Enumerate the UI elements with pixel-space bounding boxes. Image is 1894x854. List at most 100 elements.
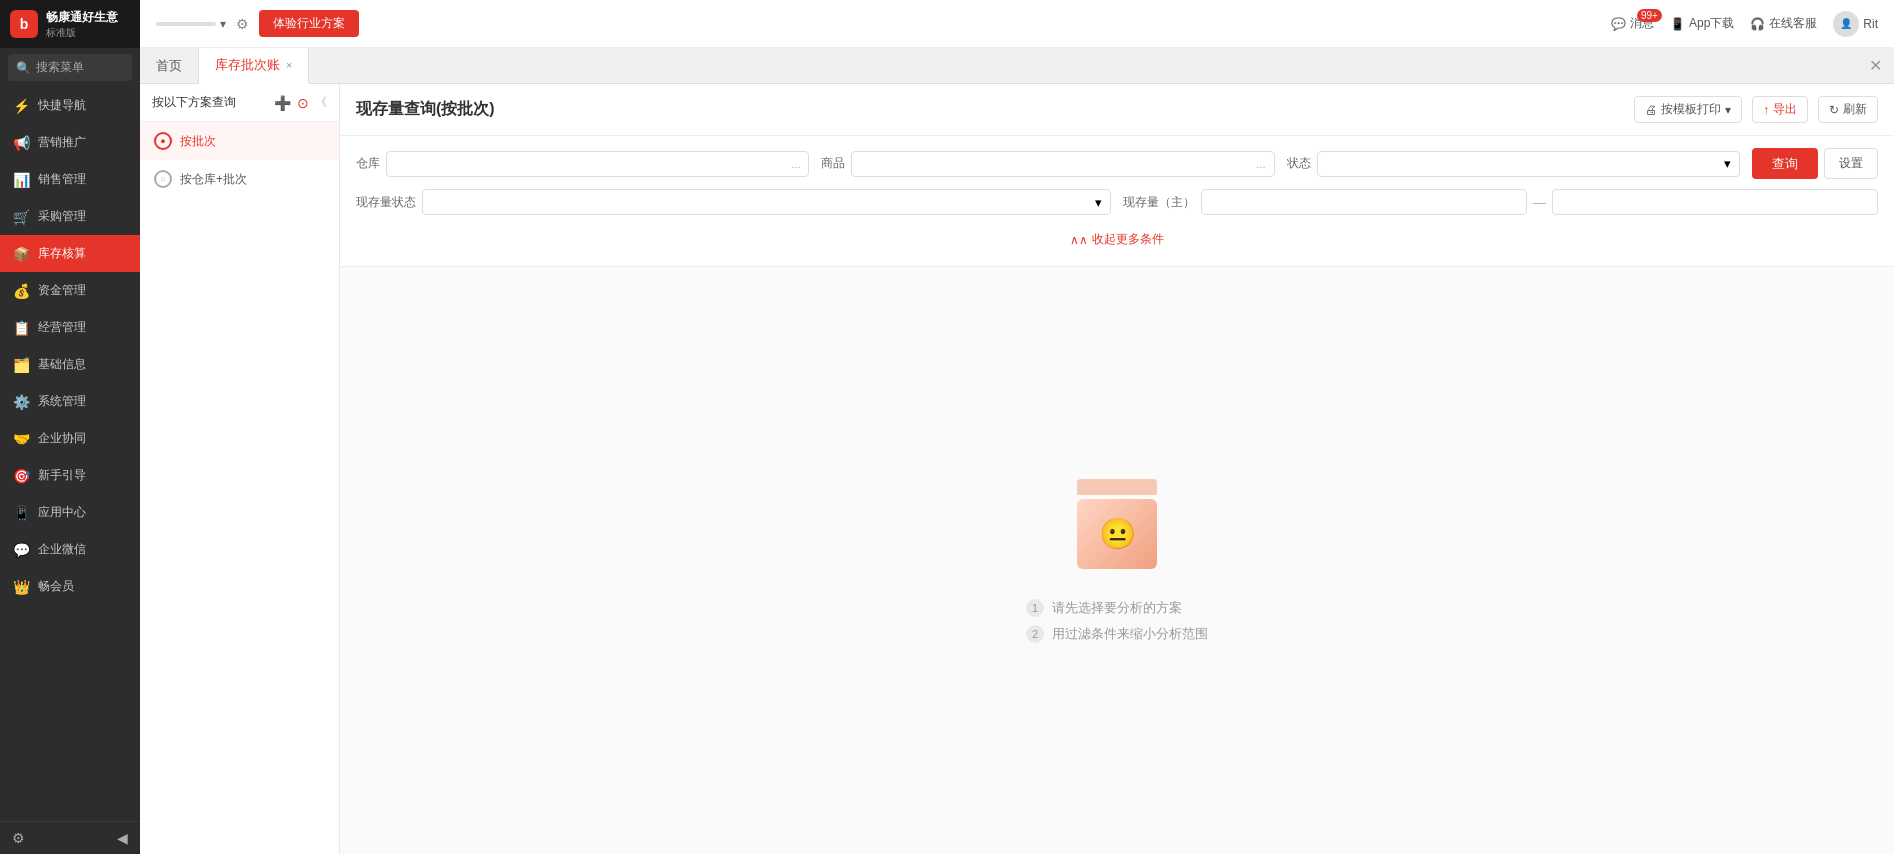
- finance-icon: 💰: [12, 283, 30, 299]
- empty-hint-1: 1 请先选择要分析的方案: [1026, 599, 1208, 617]
- warehouse-more-icon[interactable]: ...: [791, 158, 800, 170]
- template-print-button[interactable]: 🖨 按模板打印 ▾: [1634, 96, 1742, 123]
- query-button[interactable]: 查询: [1752, 148, 1818, 179]
- sidebar-nav: ⚡ 快捷导航 📢 营销推广 📊 销售管理 🛒 采购管理 📦 库存核算 💰 资金管…: [0, 87, 140, 821]
- collapse-label: 收起更多条件: [1092, 231, 1164, 248]
- user-menu[interactable]: 👤 Rit: [1833, 11, 1878, 37]
- refresh-icon: ↻: [1829, 103, 1839, 117]
- sidebar-item-member[interactable]: 👑 畅会员: [0, 568, 140, 605]
- box-lid: [1077, 479, 1157, 495]
- collapse-sidebar-icon[interactable]: ◀: [117, 830, 128, 846]
- export-icon: ↑: [1763, 103, 1769, 117]
- content-header: 现存量查询(按批次) 🖨 按模板打印 ▾ ↑ 导出 ↻ 刷新: [340, 84, 1894, 136]
- template-dropdown-icon[interactable]: ▾: [1725, 103, 1731, 117]
- app-download-button[interactable]: 📱 App下载: [1670, 15, 1734, 32]
- messages-button[interactable]: 💬 消息 99+: [1611, 15, 1654, 32]
- sidebar-item-operation[interactable]: 📋 经营管理: [0, 309, 140, 346]
- search-menu[interactable]: 🔍 搜索菜单: [8, 54, 132, 81]
- inventory-icon: 📦: [12, 246, 30, 262]
- stock-qty-to-wrap[interactable]: [1552, 189, 1878, 215]
- empty-box-wrap: 😐: [1067, 479, 1167, 579]
- stock-status-select-wrap[interactable]: ▾: [422, 189, 1111, 215]
- sidebar-item-label: 畅会员: [38, 578, 74, 595]
- sidebar-title: 畅康通好生意 标准版: [46, 9, 118, 40]
- sidebar: b 畅康通好生意 标准版 🔍 搜索菜单 ⚡ 快捷导航 📢 营销推广 📊 销售管理…: [0, 0, 140, 854]
- product-input-wrap[interactable]: ...: [851, 151, 1274, 177]
- system-icon: ⚙️: [12, 394, 30, 410]
- sidebar-item-finance[interactable]: 💰 资金管理: [0, 272, 140, 309]
- sidebar-item-label: 采购管理: [38, 208, 86, 225]
- refresh-label: 刷新: [1843, 101, 1867, 118]
- online-service-button[interactable]: 🎧 在线客服: [1750, 15, 1817, 32]
- topbar: ▾ ⚙ 体验行业方案 💬 消息 99+ 📱 App下载 🎧 在线客服 👤: [140, 0, 1894, 48]
- settings-footer-icon[interactable]: ⚙: [12, 830, 25, 846]
- sidebar-item-label: 销售管理: [38, 171, 86, 188]
- stock-qty-from-wrap[interactable]: [1201, 189, 1527, 215]
- tab-home[interactable]: 首页: [140, 48, 199, 84]
- message-icon: 💬: [1611, 17, 1626, 31]
- topbar-right: 💬 消息 99+ 📱 App下载 🎧 在线客服 👤 Rit: [1611, 11, 1878, 37]
- product-label: 商品: [821, 155, 845, 172]
- hint-text-1: 请先选择要分析的方案: [1052, 599, 1182, 617]
- operation-icon: 📋: [12, 320, 30, 336]
- product-input[interactable]: [860, 152, 1256, 176]
- filter-settings-icon[interactable]: ⊙: [297, 95, 309, 111]
- sidebar-item-enterprise[interactable]: 🤝 企业协同: [0, 420, 140, 457]
- filter-collapse-icon[interactable]: 《: [315, 94, 327, 111]
- sidebar-item-inventory[interactable]: 📦 库存核算: [0, 235, 140, 272]
- empty-illustration: 😐: [1067, 479, 1167, 579]
- status-select-wrap[interactable]: ▾: [1317, 151, 1740, 177]
- trial-btn[interactable]: 体验行业方案: [259, 10, 359, 37]
- purchase-icon: 🛒: [12, 209, 30, 225]
- settings-button[interactable]: 设置: [1824, 148, 1878, 179]
- filter-item-batch[interactable]: ● 按批次: [140, 122, 339, 160]
- warehouse-input[interactable]: [395, 152, 791, 176]
- query-actions: 查询 设置: [1752, 148, 1878, 179]
- stock-qty-to[interactable]: [1561, 190, 1869, 214]
- sidebar-item-purchase[interactable]: 🛒 采购管理: [0, 198, 140, 235]
- tab-inventory-batch[interactable]: 库存批次账 ×: [199, 48, 309, 84]
- app-name: 畅康通好生意: [46, 9, 118, 26]
- add-filter-icon[interactable]: ➕: [274, 95, 291, 111]
- stock-status-dropdown-icon: ▾: [1095, 195, 1102, 210]
- apps-icon: 📱: [12, 505, 30, 521]
- tab-close-icon[interactable]: ×: [286, 59, 292, 71]
- sidebar-item-label: 新手引导: [38, 467, 86, 484]
- filter-item-warehouse-batch[interactable]: ○ 按仓库+批次: [140, 160, 339, 198]
- sidebar-item-basic[interactable]: 🗂️ 基础信息: [0, 346, 140, 383]
- status-field: 状态 ▾: [1287, 151, 1740, 177]
- collapse-more-conditions[interactable]: ∧∧ 收起更多条件: [356, 225, 1878, 254]
- sidebar-item-sales[interactable]: 📊 销售管理: [0, 161, 140, 198]
- tab-home-label: 首页: [156, 57, 182, 75]
- sales-icon: 📊: [12, 172, 30, 188]
- warehouse-input-wrap[interactable]: ...: [386, 151, 809, 177]
- topbar-left: ▾ ⚙ 体验行业方案: [156, 10, 359, 37]
- filter-item-label-warehouse: 按仓库+批次: [180, 171, 247, 188]
- refresh-button[interactable]: ↻ 刷新: [1818, 96, 1878, 123]
- sidebar-item-label: 应用中心: [38, 504, 86, 521]
- sidebar-item-apps[interactable]: 📱 应用中心: [0, 494, 140, 531]
- sidebar-item-marketing[interactable]: 📢 营销推广: [0, 124, 140, 161]
- main-wrap: ▾ ⚙ 体验行业方案 💬 消息 99+ 📱 App下载 🎧 在线客服 👤: [140, 0, 1894, 854]
- sidebar-item-guide[interactable]: 🎯 新手引导: [0, 457, 140, 494]
- app-version: 标准版: [46, 26, 118, 40]
- avatar-initial: 👤: [1840, 18, 1852, 29]
- sidebar-item-label: 系统管理: [38, 393, 86, 410]
- panel-close-button[interactable]: ✕: [1857, 56, 1894, 75]
- warehouse-field: 仓库 ...: [356, 151, 809, 177]
- sidebar-item-wechat[interactable]: 💬 企业微信: [0, 531, 140, 568]
- settings-gear-icon[interactable]: ⚙: [236, 16, 249, 32]
- warehouse-label: 仓库: [356, 155, 380, 172]
- stock-qty-from[interactable]: [1210, 190, 1518, 214]
- sidebar-item-system[interactable]: ⚙️ 系统管理: [0, 383, 140, 420]
- filter-row-2: 现存量状态 ▾ 现存量（主） —: [356, 189, 1878, 215]
- workspace-dropdown[interactable]: ▾: [156, 17, 226, 31]
- product-field: 商品 ...: [821, 151, 1274, 177]
- sidebar-footer: ⚙ ◀: [0, 821, 140, 854]
- guide-icon: 🎯: [12, 468, 30, 484]
- sidebar-item-shortcut[interactable]: ⚡ 快捷导航: [0, 87, 140, 124]
- export-button[interactable]: ↑ 导出: [1752, 96, 1808, 123]
- product-more-icon[interactable]: ...: [1256, 158, 1265, 170]
- search-icon: 🔍: [16, 61, 31, 75]
- sidebar-item-label: 库存核算: [38, 245, 86, 262]
